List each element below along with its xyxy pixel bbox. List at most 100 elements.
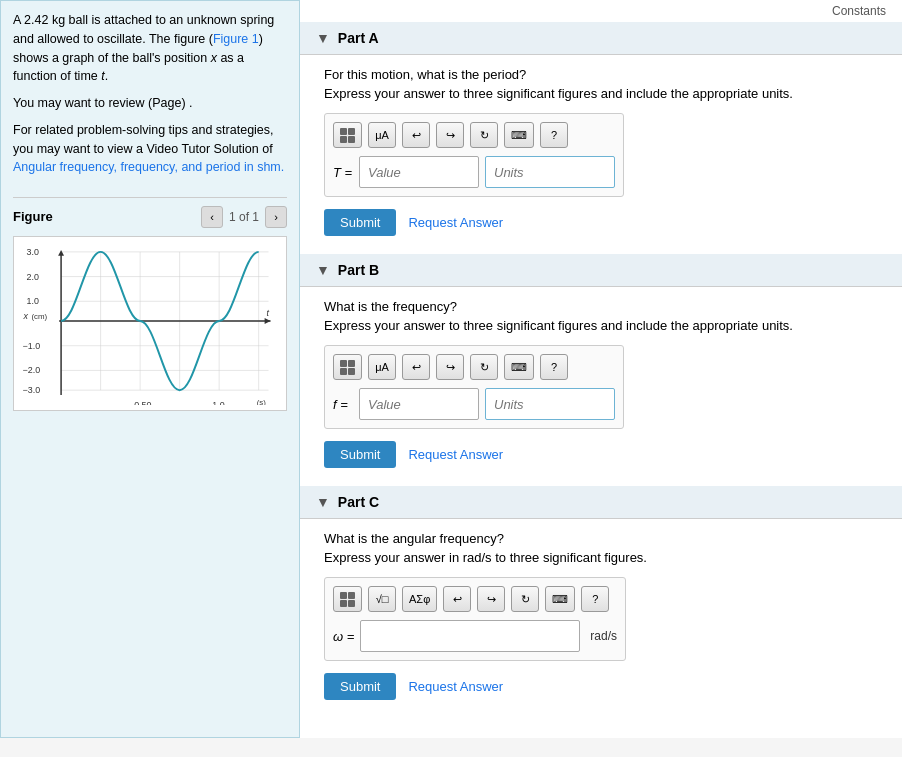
figure-prev-btn[interactable]: ‹ xyxy=(201,206,223,228)
figure-title: Figure xyxy=(13,207,53,227)
tips-link[interactable]: Angular frequency, frequency, and period… xyxy=(13,160,284,174)
part-b-answer-box: μΑ ↩ ↪ ↻ ⌨ ? f = xyxy=(324,345,624,429)
part-c-refresh-btn[interactable]: ↻ xyxy=(511,586,539,612)
svg-text:−2.0: −2.0 xyxy=(23,365,41,375)
part-c-input-row: ω = rad/s xyxy=(333,620,617,652)
svg-text:1.0: 1.0 xyxy=(27,296,39,306)
part-b-collapse-arrow[interactable]: ▼ xyxy=(316,262,330,278)
part-b-instruction: Express your answer to three significant… xyxy=(324,318,878,333)
part-b-input-label: f = xyxy=(333,397,353,412)
part-c-submit-btn[interactable]: Submit xyxy=(324,673,396,700)
part-c-help-btn[interactable]: ? xyxy=(581,586,609,612)
part-a-instruction: Express your answer to three significant… xyxy=(324,86,878,101)
review-text: You may want to review (Page) . xyxy=(13,94,287,113)
part-a-input-row: T = xyxy=(333,156,615,188)
svg-text:−1.0: −1.0 xyxy=(23,341,41,351)
figure-next-btn[interactable]: › xyxy=(265,206,287,228)
right-panel: Constants ▼ Part A For this motion, what… xyxy=(300,0,902,738)
part-c-question: What is the angular frequency? xyxy=(324,531,878,546)
part-b-grid-btn[interactable] xyxy=(333,354,362,380)
part-a-help-btn[interactable]: ? xyxy=(540,122,568,148)
intro-text: A 2.42 kg ball is attached to an unknown… xyxy=(13,11,287,86)
part-b-action-row: Submit Request Answer xyxy=(324,441,878,468)
graph-container: 3.0 2.0 1.0 −1.0 −2.0 −3.0 0.50 1.0 x (c… xyxy=(13,236,287,411)
part-b-keyboard-btn[interactable]: ⌨ xyxy=(504,354,534,380)
part-c-omega-input[interactable] xyxy=(360,620,580,652)
part-b-value-input[interactable] xyxy=(359,388,479,420)
part-b-undo-btn[interactable]: ↩ xyxy=(402,354,430,380)
part-a-label: Part A xyxy=(338,30,379,46)
part-b-mu-btn[interactable]: μΑ xyxy=(368,354,396,380)
part-a-value-input[interactable] xyxy=(359,156,479,188)
part-c-greek-btn[interactable]: ΑΣφ xyxy=(402,586,437,612)
figure-section: Figure ‹ 1 of 1 › xyxy=(13,197,287,411)
part-c-body: What is the angular frequency? Express y… xyxy=(300,519,902,716)
svg-text:x: x xyxy=(23,311,29,321)
part-c-grid-btn[interactable] xyxy=(333,586,362,612)
part-a-collapse-arrow[interactable]: ▼ xyxy=(316,30,330,46)
part-c-toolbar: √□ ΑΣφ ↩ ↪ ↻ ⌨ ? xyxy=(333,586,617,612)
graph-svg: 3.0 2.0 1.0 −1.0 −2.0 −3.0 0.50 1.0 x (c… xyxy=(19,242,281,405)
svg-text:(cm): (cm) xyxy=(31,312,47,321)
part-b-refresh-btn[interactable]: ↻ xyxy=(470,354,498,380)
svg-text:(s): (s) xyxy=(257,398,267,405)
part-c-sqrt-btn[interactable]: √□ xyxy=(368,586,396,612)
figure-nav-count: 1 of 1 xyxy=(229,208,259,226)
part-a-action-row: Submit Request Answer xyxy=(324,209,878,236)
svg-text:t: t xyxy=(267,308,270,318)
top-right-constants: Constants xyxy=(300,0,902,22)
part-c-request-answer[interactable]: Request Answer xyxy=(408,679,503,694)
svg-text:0.50: 0.50 xyxy=(134,400,151,405)
part-a-question: For this motion, what is the period? xyxy=(324,67,878,82)
part-c-section: ▼ Part C What is the angular frequency? … xyxy=(300,486,902,716)
part-c-action-row: Submit Request Answer xyxy=(324,673,878,700)
part-b-submit-btn[interactable]: Submit xyxy=(324,441,396,468)
part-b-question: What is the frequency? xyxy=(324,299,878,314)
svg-marker-16 xyxy=(58,250,64,256)
part-c-answer-box: √□ ΑΣφ ↩ ↪ ↻ ⌨ ? ω = rad/s xyxy=(324,577,626,661)
part-b-header: ▼ Part B xyxy=(300,254,902,287)
part-a-redo-btn[interactable]: ↪ xyxy=(436,122,464,148)
part-c-unit-suffix: rad/s xyxy=(590,629,617,643)
svg-text:1.0: 1.0 xyxy=(212,400,224,405)
part-a-section: ▼ Part A For this motion, what is the pe… xyxy=(300,22,902,252)
part-b-redo-btn[interactable]: ↪ xyxy=(436,354,464,380)
part-a-header: ▼ Part A xyxy=(300,22,902,55)
left-panel: A 2.42 kg ball is attached to an unknown… xyxy=(0,0,300,738)
part-c-header: ▼ Part C xyxy=(300,486,902,519)
figure-link[interactable]: Figure 1 xyxy=(213,32,259,46)
part-c-keyboard-btn[interactable]: ⌨ xyxy=(545,586,575,612)
svg-text:2.0: 2.0 xyxy=(27,272,39,282)
part-b-help-btn[interactable]: ? xyxy=(540,354,568,380)
part-a-request-answer[interactable]: Request Answer xyxy=(408,215,503,230)
part-a-input-label: T = xyxy=(333,165,353,180)
svg-text:−3.0: −3.0 xyxy=(23,385,41,395)
part-a-units-input[interactable] xyxy=(485,156,615,188)
part-b-label: Part B xyxy=(338,262,379,278)
part-c-instruction: Express your answer in rad/s to three si… xyxy=(324,550,878,565)
part-c-input-label: ω = xyxy=(333,629,354,644)
part-b-request-answer[interactable]: Request Answer xyxy=(408,447,503,462)
part-c-collapse-arrow[interactable]: ▼ xyxy=(316,494,330,510)
part-b-section: ▼ Part B What is the frequency? Express … xyxy=(300,254,902,484)
svg-marker-15 xyxy=(265,318,271,324)
tips-text: For related problem-solving tips and str… xyxy=(13,121,287,177)
part-b-body: What is the frequency? Express your answ… xyxy=(300,287,902,484)
part-a-body: For this motion, what is the period? Exp… xyxy=(300,55,902,252)
part-b-input-row: f = xyxy=(333,388,615,420)
part-b-units-input[interactable] xyxy=(485,388,615,420)
part-a-submit-btn[interactable]: Submit xyxy=(324,209,396,236)
part-c-redo-btn[interactable]: ↪ xyxy=(477,586,505,612)
part-c-undo-btn[interactable]: ↩ xyxy=(443,586,471,612)
part-a-toolbar: μΑ ↩ ↪ ↻ ⌨ ? xyxy=(333,122,615,148)
part-a-keyboard-btn[interactable]: ⌨ xyxy=(504,122,534,148)
part-a-undo-btn[interactable]: ↩ xyxy=(402,122,430,148)
part-b-toolbar: μΑ ↩ ↪ ↻ ⌨ ? xyxy=(333,354,615,380)
part-a-refresh-btn[interactable]: ↻ xyxy=(470,122,498,148)
part-a-mu-btn[interactable]: μΑ xyxy=(368,122,396,148)
part-a-grid-btn[interactable] xyxy=(333,122,362,148)
figure-header: Figure ‹ 1 of 1 › xyxy=(13,206,287,228)
svg-text:3.0: 3.0 xyxy=(27,247,39,257)
part-c-label: Part C xyxy=(338,494,379,510)
figure-nav: ‹ 1 of 1 › xyxy=(201,206,287,228)
